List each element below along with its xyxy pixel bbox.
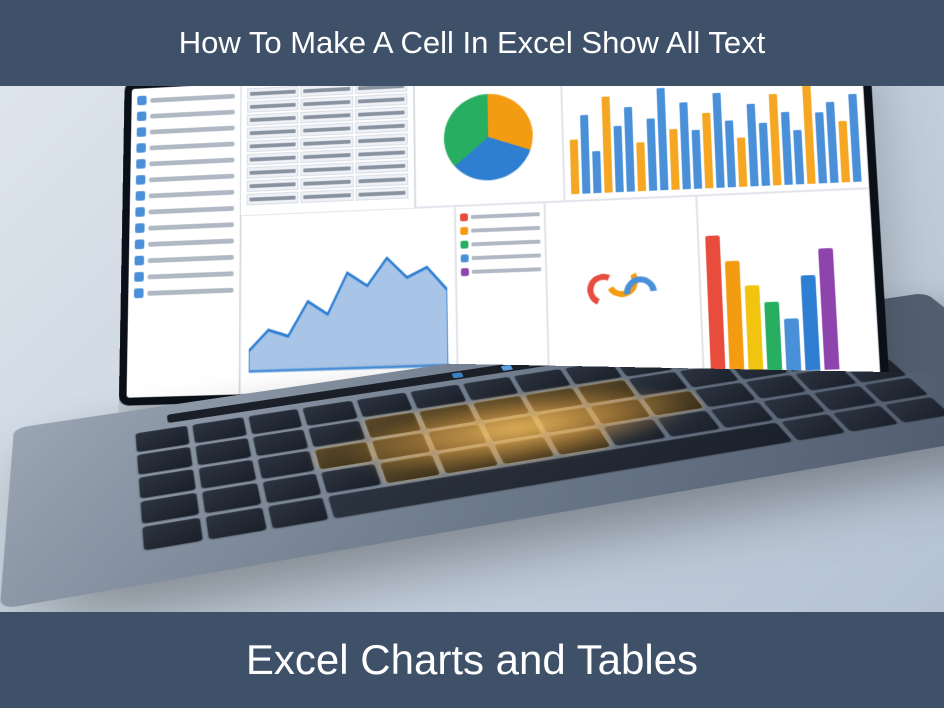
top-banner-title: How To Make A Cell In Excel Show All Tex… xyxy=(179,25,765,61)
chart-legend xyxy=(455,202,549,388)
bottom-banner: Excel Charts and Tables xyxy=(0,612,944,708)
data-grid xyxy=(241,86,416,215)
pie-chart xyxy=(414,86,565,208)
scene xyxy=(0,86,944,612)
laptop-screen xyxy=(127,86,881,398)
bar-chart-top xyxy=(561,86,870,201)
swirl-chart xyxy=(544,196,703,386)
bottom-banner-title: Excel Charts and Tables xyxy=(246,636,698,684)
laptop-screen-frame xyxy=(119,86,890,406)
rainbow-bar-chart xyxy=(696,188,880,380)
touchbar-icon xyxy=(451,372,463,378)
laptop-illustration xyxy=(30,86,910,612)
spreadsheet-sidebar xyxy=(127,86,242,398)
top-banner: How To Make A Cell In Excel Show All Tex… xyxy=(0,0,944,86)
main-area xyxy=(240,86,881,394)
